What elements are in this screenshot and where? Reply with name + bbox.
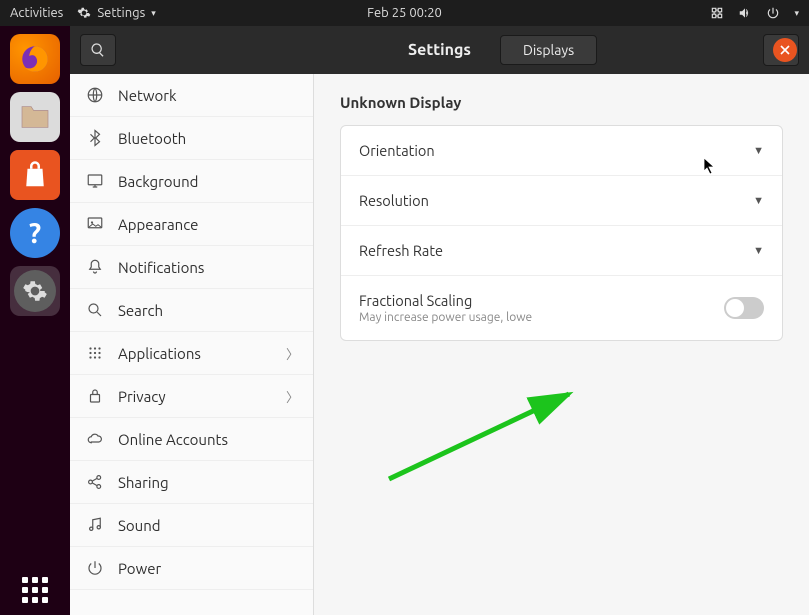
sidebar-item-label: Online Accounts xyxy=(118,431,228,448)
dock: ? xyxy=(0,26,70,615)
sidebar-item-notifications[interactable]: Notifications xyxy=(70,246,313,289)
system-menu-caret-icon[interactable]: ▾ xyxy=(794,8,799,19)
refresh-rate-row[interactable]: Refresh Rate ▼ xyxy=(341,226,782,276)
bell-icon xyxy=(86,258,104,276)
dock-software[interactable] xyxy=(10,150,60,200)
dock-help[interactable]: ? xyxy=(10,208,60,258)
sidebar-item-sharing[interactable]: Sharing xyxy=(70,461,313,504)
globe-icon xyxy=(86,86,104,104)
cloud-icon xyxy=(86,430,104,448)
power-icon[interactable] xyxy=(766,6,780,20)
grid-icon xyxy=(86,344,104,362)
sidebar-item-bluetooth[interactable]: Bluetooth xyxy=(70,117,313,160)
displays-context-button[interactable]: Displays xyxy=(500,35,597,65)
sidebar-item-applications[interactable]: Applications 〉 xyxy=(70,332,313,375)
dock-files[interactable] xyxy=(10,92,60,142)
lock-icon xyxy=(86,387,104,405)
search-icon xyxy=(86,301,104,319)
desktop-icon xyxy=(86,172,104,190)
fractional-scaling-row: Fractional Scaling May increase power us… xyxy=(341,276,782,340)
sidebar-item-sound[interactable]: Sound xyxy=(70,504,313,547)
sidebar-item-power[interactable]: Power xyxy=(70,547,313,590)
top-panel: Activities Settings ▾ Feb 25 00:20 ▾ xyxy=(0,0,809,26)
orientation-row[interactable]: Orientation ▼ xyxy=(341,126,782,176)
dock-settings[interactable] xyxy=(10,266,60,316)
sidebar-item-appearance[interactable]: Appearance xyxy=(70,203,313,246)
settings-window: Settings Displays Network Bluetooth Back… xyxy=(70,26,809,615)
firefox-icon xyxy=(18,42,52,76)
chevron-right-icon: 〉 xyxy=(286,344,299,363)
power-icon xyxy=(86,559,104,577)
display-section-title: Unknown Display xyxy=(340,94,783,111)
activities-button[interactable]: Activities xyxy=(10,6,63,20)
sidebar-item-label: Network xyxy=(118,87,177,104)
sidebar-item-label: Privacy xyxy=(118,388,166,405)
annotation-arrow xyxy=(384,384,584,484)
sidebar-item-label: Notifications xyxy=(118,259,204,276)
clock[interactable]: Feb 25 00:20 xyxy=(367,6,442,20)
appearance-icon xyxy=(86,215,104,233)
sidebar-item-label: Power xyxy=(118,560,161,577)
sidebar-item-search[interactable]: Search xyxy=(70,289,313,332)
app-menu-label: Settings xyxy=(97,6,145,20)
fractional-scaling-switch[interactable] xyxy=(724,297,764,319)
sidebar-item-label: Bluetooth xyxy=(118,130,186,147)
shopping-bag-icon xyxy=(20,160,50,190)
setting-sublabel: May increase power usage, lowe xyxy=(359,311,532,324)
chevron-right-icon: 〉 xyxy=(286,387,299,406)
close-button[interactable] xyxy=(773,38,797,62)
headerbar: Settings Displays xyxy=(70,26,809,74)
dock-firefox[interactable] xyxy=(10,34,60,84)
search-button[interactable] xyxy=(80,34,116,66)
volume-icon[interactable] xyxy=(738,6,752,20)
sidebar-item-online-accounts[interactable]: Online Accounts xyxy=(70,418,313,461)
chevron-down-icon: ▼ xyxy=(753,195,764,207)
content-pane: Unknown Display Orientation ▼ Resolution… xyxy=(314,74,809,615)
setting-label: Refresh Rate xyxy=(359,242,443,259)
sidebar-item-label: Appearance xyxy=(118,216,198,233)
sidebar-item-label: Sharing xyxy=(118,474,169,491)
folder-icon xyxy=(19,104,51,130)
display-settings-group: Orientation ▼ Resolution ▼ Refresh Rate … xyxy=(340,125,783,341)
setting-label: Fractional Scaling xyxy=(359,292,532,309)
sidebar-item-background[interactable]: Background xyxy=(70,160,313,203)
chevron-down-icon: ▼ xyxy=(753,145,764,157)
app-menu[interactable]: Settings ▾ xyxy=(77,6,155,20)
sidebar-item-label: Sound xyxy=(118,517,161,534)
sidebar-item-label: Background xyxy=(118,173,198,190)
bluetooth-icon xyxy=(86,129,104,147)
settings-sidebar: Network Bluetooth Background Appearance … xyxy=(70,74,314,615)
dock-show-apps[interactable] xyxy=(22,577,48,603)
network-icon[interactable] xyxy=(710,6,724,20)
sidebar-item-label: Search xyxy=(118,302,163,319)
gear-icon xyxy=(22,278,48,304)
chevron-down-icon: ▼ xyxy=(753,245,764,257)
caret-down-icon: ▾ xyxy=(151,8,156,19)
setting-label: Resolution xyxy=(359,192,429,209)
close-icon xyxy=(780,45,790,55)
setting-label: Orientation xyxy=(359,142,435,159)
sidebar-item-label: Applications xyxy=(118,345,201,362)
search-icon xyxy=(90,42,106,58)
sidebar-item-privacy[interactable]: Privacy 〉 xyxy=(70,375,313,418)
music-icon xyxy=(86,516,104,534)
resolution-row[interactable]: Resolution ▼ xyxy=(341,176,782,226)
gear-icon xyxy=(77,6,91,20)
window-title: Settings xyxy=(124,41,755,59)
sidebar-item-network[interactable]: Network xyxy=(70,74,313,117)
share-icon xyxy=(86,473,104,491)
